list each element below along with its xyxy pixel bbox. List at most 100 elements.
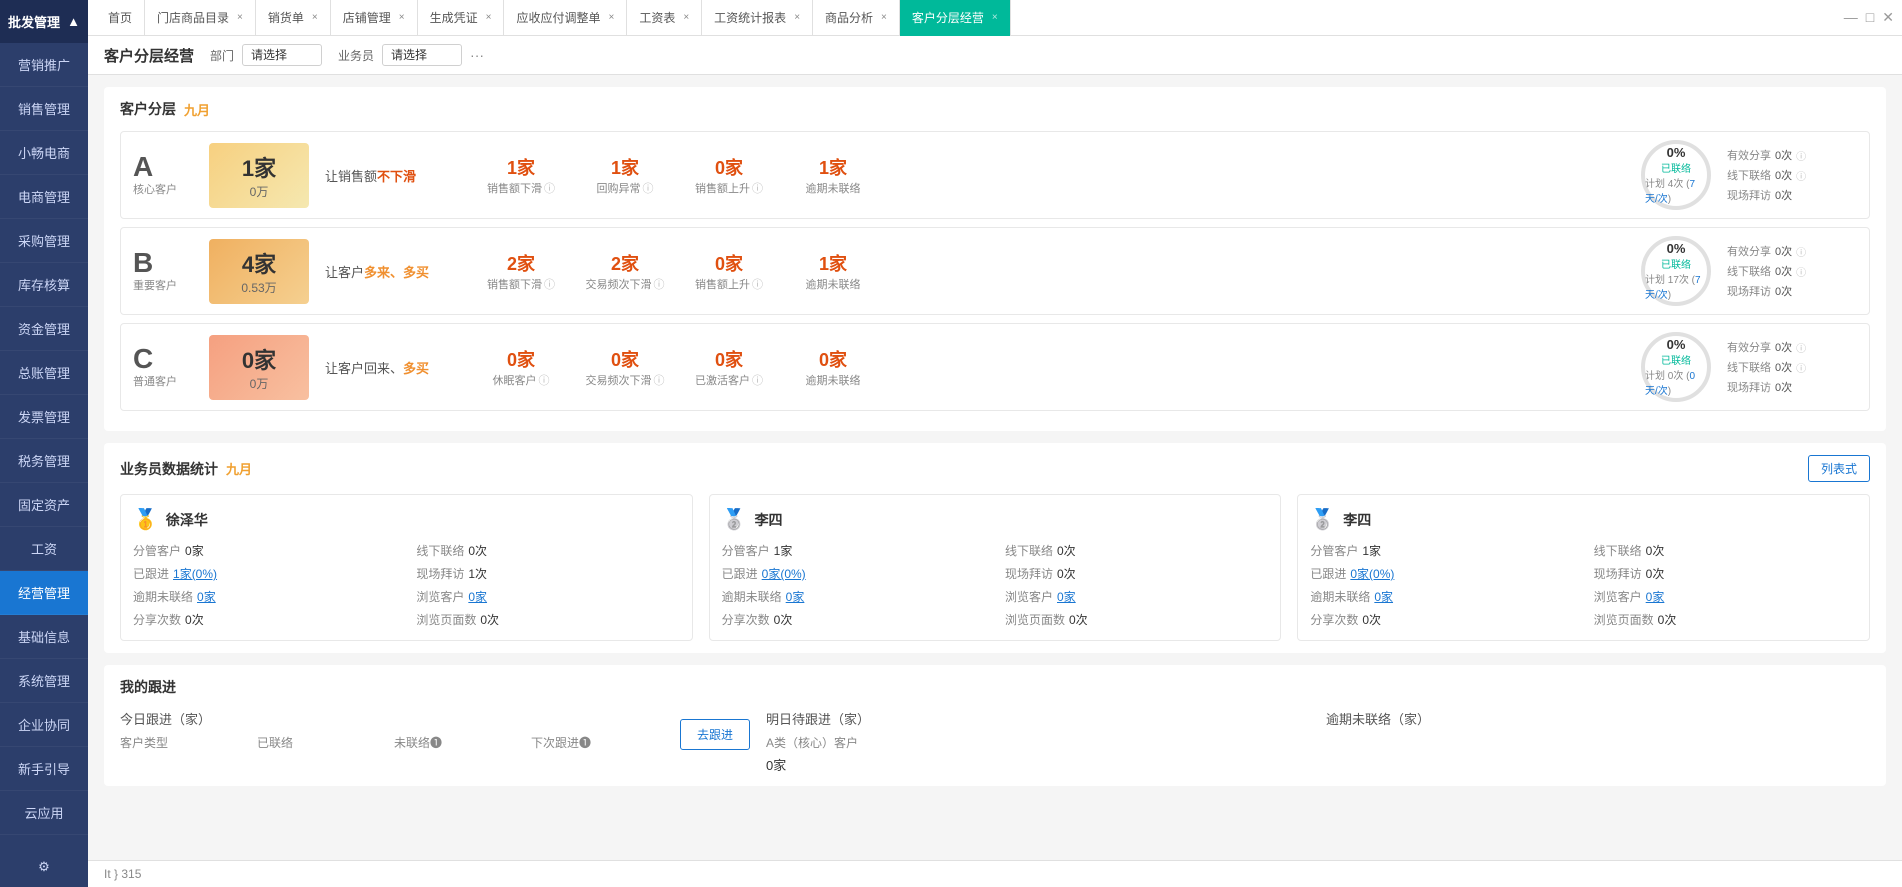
- sidebar-item-小畅电商[interactable]: 小畅电商: [0, 131, 88, 175]
- stat-num-C-3[interactable]: 0家: [793, 346, 873, 372]
- stat-num-A-3[interactable]: 1家: [793, 154, 873, 180]
- sales-item-val-1-2[interactable]: 0家(0%): [762, 565, 806, 582]
- sales-item-val-2-4[interactable]: 0家: [1374, 588, 1393, 605]
- tab-客户分层经营[interactable]: 客户分层经营×: [900, 0, 1011, 36]
- stat-num-A-0[interactable]: 1家: [481, 154, 561, 180]
- sidebar-item-经营管理[interactable]: 经营管理: [0, 571, 88, 615]
- sidebar-item-基础信息[interactable]: 基础信息: [0, 615, 88, 659]
- sidebar-gear[interactable]: ⚙: [0, 847, 88, 887]
- rs-info-icon[interactable]: ⓘ: [1796, 264, 1806, 279]
- tab-min-icon[interactable]: —: [1844, 9, 1858, 26]
- info-icon[interactable]: ⓘ: [654, 372, 665, 388]
- tab-工资表[interactable]: 工资表×: [627, 0, 702, 36]
- sales-item-label-0-2: 已跟进: [133, 565, 169, 582]
- info-icon[interactable]: ⓘ: [752, 276, 763, 292]
- info-icon[interactable]: ⓘ: [643, 180, 654, 196]
- stat-num-C-0[interactable]: 0家: [481, 346, 561, 372]
- tab-close-销货单[interactable]: ×: [312, 12, 318, 23]
- tab-close-店铺管理[interactable]: ×: [399, 12, 405, 23]
- sales-item-val-2-5[interactable]: 0家: [1646, 588, 1665, 605]
- tab-close-商品分析[interactable]: ×: [881, 12, 887, 23]
- info-icon[interactable]: ⓘ: [752, 180, 763, 196]
- tab-工资统计报表[interactable]: 工资统计报表×: [702, 0, 813, 36]
- rs-info-icon[interactable]: ⓘ: [1796, 244, 1806, 259]
- tab-门店商品目录[interactable]: 门店商品目录×: [145, 0, 256, 36]
- sales-item-val-0-4[interactable]: 0家: [197, 588, 216, 605]
- tab-销货单[interactable]: 销货单×: [256, 0, 331, 36]
- tab-生成凭证[interactable]: 生成凭证×: [418, 0, 505, 36]
- sidebar-item-采购管理[interactable]: 采购管理: [0, 219, 88, 263]
- sales-item-2-7: 浏览页面数0次: [1594, 611, 1857, 628]
- stat-num-C-2[interactable]: 0家: [689, 346, 769, 372]
- tab-应收应付调整单[interactable]: 应收应付调整单×: [504, 0, 627, 36]
- sales-item-val-2-2[interactable]: 0家(0%): [1350, 565, 1394, 582]
- sales-select[interactable]: 请选择: [382, 44, 462, 66]
- sidebar-item-资金管理[interactable]: 资金管理: [0, 307, 88, 351]
- sales-item-val-1-5[interactable]: 0家: [1057, 588, 1076, 605]
- tab-close-门店商品目录[interactable]: ×: [237, 12, 243, 23]
- sidebar-item-工资[interactable]: 工资: [0, 527, 88, 571]
- stat-num-B-2[interactable]: 0家: [689, 250, 769, 276]
- info-icon[interactable]: ⓘ: [544, 180, 555, 196]
- sidebar-item-库存核算[interactable]: 库存核算: [0, 263, 88, 307]
- sales-item-0-2: 已跟进1家(0%): [133, 565, 396, 582]
- tab-商品分析[interactable]: 商品分析×: [813, 0, 900, 36]
- tab-close-生成凭证[interactable]: ×: [486, 12, 492, 23]
- info-icon[interactable]: ⓘ: [654, 276, 665, 292]
- sales-item-2-3: 现场拜访0次: [1594, 565, 1857, 582]
- tab-max-icon[interactable]: □: [1866, 9, 1874, 26]
- tab-close-客户分层经营[interactable]: ×: [992, 12, 998, 23]
- tier-count-block-B[interactable]: 4家0.53万: [209, 239, 309, 304]
- stat-num-A-1[interactable]: 1家: [585, 154, 665, 180]
- stat-num-B-0[interactable]: 2家: [481, 250, 561, 276]
- contact-circle-B: 0% 已联络 计划 17次 (7天/次): [1641, 236, 1711, 306]
- tab-close-工资统计报表[interactable]: ×: [794, 12, 800, 23]
- plan-link-${ti}[interactable]: 0天/次: [1645, 371, 1695, 397]
- rs-info-icon[interactable]: ⓘ: [1796, 360, 1806, 375]
- rs-info-icon[interactable]: ⓘ: [1796, 340, 1806, 355]
- list-view-button[interactable]: 列表式: [1808, 455, 1870, 482]
- sales-name-1: 李四: [755, 510, 783, 530]
- sidebar-item-企业协同[interactable]: 企业协同: [0, 703, 88, 747]
- stat-num-B-3[interactable]: 1家: [793, 250, 873, 276]
- tab-首页[interactable]: 首页: [96, 0, 145, 36]
- sidebar-header[interactable]: 批发管理 ▲: [0, 0, 88, 43]
- contact-plan-A: 计划 4次 (7天/次): [1645, 175, 1707, 205]
- info-icon[interactable]: ⓘ: [544, 276, 555, 292]
- sidebar-item-营销推广[interactable]: 营销推广: [0, 43, 88, 87]
- sidebar-item-税务管理[interactable]: 税务管理: [0, 439, 88, 483]
- info-icon[interactable]: ⓘ: [752, 372, 763, 388]
- info-icon[interactable]: ⓘ: [539, 372, 550, 388]
- sales-item-val-0-5[interactable]: 0家: [468, 588, 487, 605]
- sidebar-item-电商管理[interactable]: 电商管理: [0, 175, 88, 219]
- stat-num-C-1[interactable]: 0家: [585, 346, 665, 372]
- plan-link-${ti}[interactable]: 7天/次: [1645, 179, 1695, 205]
- filter-more-icon[interactable]: ···: [470, 47, 484, 63]
- sidebar-item-新手引导[interactable]: 新手引导: [0, 747, 88, 791]
- sidebar-item-发票管理[interactable]: 发票管理: [0, 395, 88, 439]
- sidebar-item-固定资产[interactable]: 固定资产: [0, 483, 88, 527]
- tab-店铺管理[interactable]: 店铺管理×: [331, 0, 418, 36]
- plan-link-${ti}[interactable]: 7天/次: [1645, 275, 1701, 301]
- rs-info-icon[interactable]: ⓘ: [1796, 168, 1806, 183]
- stat-num-B-1[interactable]: 2家: [585, 250, 665, 276]
- rs-info-icon[interactable]: ⓘ: [1796, 148, 1806, 163]
- sidebar-item-云应用[interactable]: 云应用: [0, 791, 88, 835]
- sidebar-item-系统管理[interactable]: 系统管理: [0, 659, 88, 703]
- sales-item-val-1-4[interactable]: 0家: [786, 588, 805, 605]
- sales-item-val-0-2[interactable]: 1家(0%): [173, 565, 217, 582]
- stat-num-A-2[interactable]: 0家: [689, 154, 769, 180]
- sidebar-collapse-icon[interactable]: ▲: [67, 14, 80, 29]
- tier-count-block-C[interactable]: 0家0万: [209, 335, 309, 400]
- tab-close-应收应付调整单[interactable]: ×: [608, 12, 614, 23]
- tab-close-icon[interactable]: ✕: [1882, 9, 1894, 26]
- contact-lbl-A: 已联络: [1661, 160, 1691, 175]
- tab-close-工资表[interactable]: ×: [683, 12, 689, 23]
- sidebar-item-销售管理[interactable]: 销售管理: [0, 87, 88, 131]
- sidebar-item-总账管理[interactable]: 总账管理: [0, 351, 88, 395]
- contact-circle-A: 0% 已联络 计划 4次 (7天/次): [1641, 140, 1711, 210]
- tier-count-block-A[interactable]: 1家0万: [209, 143, 309, 208]
- tier-stat-B-3: 1家逾期未联络: [793, 250, 873, 292]
- goto-followup-button[interactable]: 去跟进: [680, 719, 750, 750]
- dept-select[interactable]: 请选择: [242, 44, 322, 66]
